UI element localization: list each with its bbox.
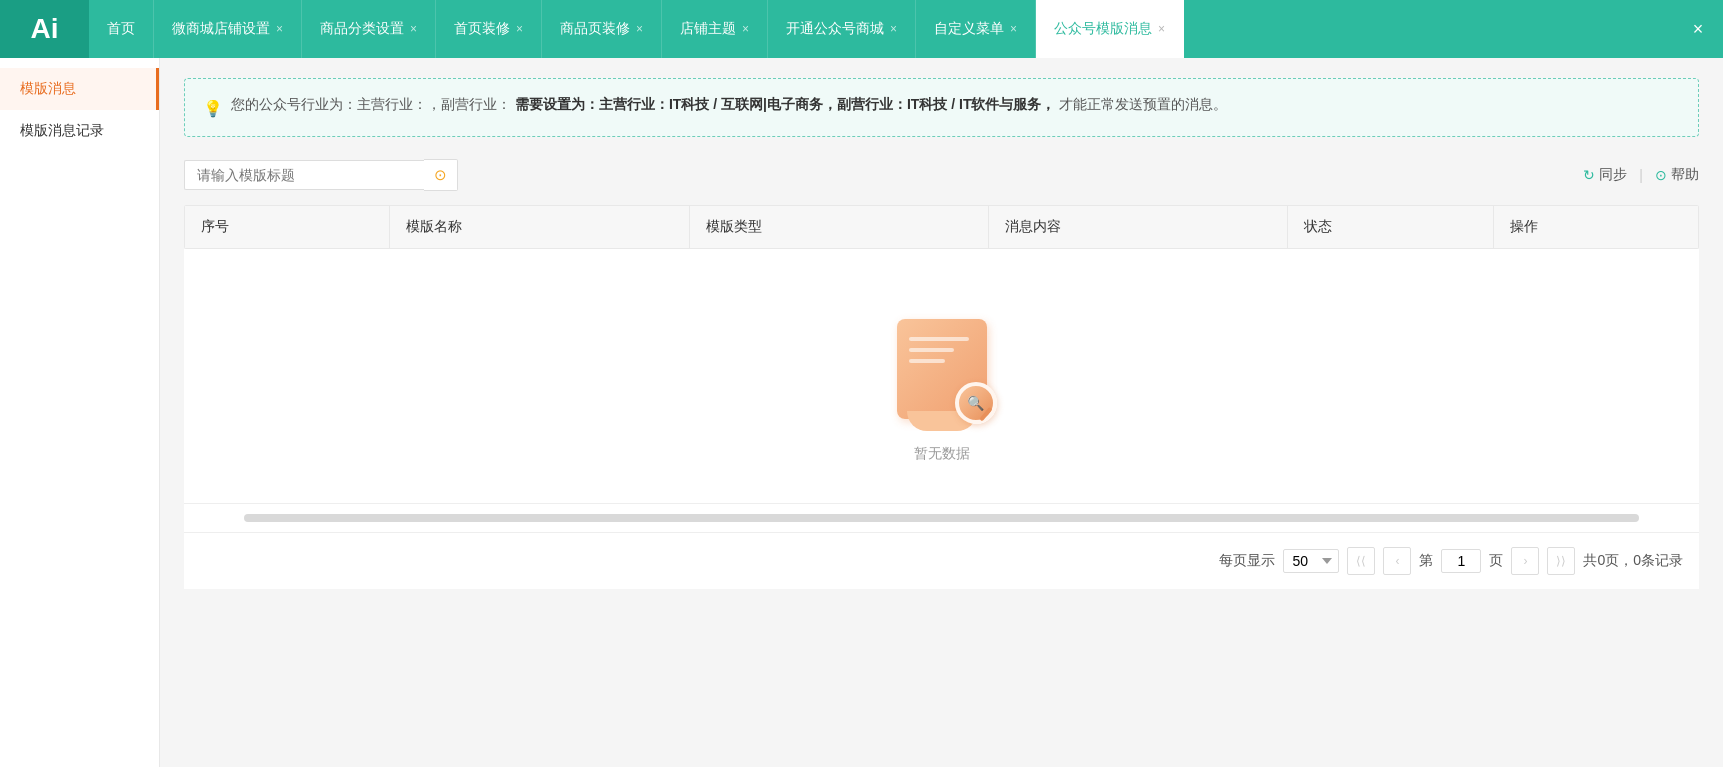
- divider: |: [1639, 167, 1643, 183]
- doc-line-3: [909, 359, 945, 363]
- doc-line-1: [909, 337, 969, 341]
- doc-lines: [909, 337, 969, 370]
- nav-tabs: 首页微商城店铺设置×商品分类设置×首页装修×商品页装修×店铺主题×开通公众号商城…: [89, 0, 1673, 58]
- scrollbar-track[interactable]: [244, 514, 1639, 522]
- pagination: 每页显示 50 20 100 ⟨⟨ ‹ 第 页 › ⟩⟩ 共0页，0条记录: [184, 532, 1699, 589]
- search-circle-shape: 🔍: [955, 382, 997, 424]
- first-page-button[interactable]: ⟨⟨: [1347, 547, 1375, 575]
- search-button[interactable]: ⊙: [424, 159, 458, 191]
- total-text: 共0页，0条记录: [1583, 552, 1683, 570]
- help-label: 帮助: [1671, 166, 1699, 184]
- nav-tab-home[interactable]: 首页: [89, 0, 154, 58]
- notice-highlight: 需要设置为：主营行业：IT科技 / 互联网|电子商务，副营行业：IT科技 / I…: [515, 96, 1056, 112]
- doc-line-2: [909, 348, 954, 352]
- search-right: ↻ 同步 | ⊙ 帮助: [1583, 166, 1699, 184]
- nav-tab-homepage[interactable]: 首页装修×: [436, 0, 542, 58]
- sync-button[interactable]: ↻ 同步: [1583, 166, 1627, 184]
- help-button[interactable]: ⊙ 帮助: [1655, 166, 1699, 184]
- page-label-before: 第: [1419, 552, 1433, 570]
- empty-state: 🔍 暂无数据: [184, 249, 1699, 503]
- notice-banner: 💡 您的公众号行业为：主营行业：，副营行业： 需要设置为：主营行业：IT科技 /…: [184, 78, 1699, 137]
- search-icon: ⊙: [434, 166, 447, 183]
- tab-close-product[interactable]: ×: [636, 22, 643, 36]
- page-size-select[interactable]: 50 20 100: [1283, 549, 1339, 573]
- tab-close-category[interactable]: ×: [410, 22, 417, 36]
- prev-page-button[interactable]: ‹: [1383, 547, 1411, 575]
- search-input[interactable]: [184, 160, 424, 190]
- sidebar-item-template-msg[interactable]: 模版消息: [0, 68, 159, 110]
- content-area: 💡 您的公众号行业为：主营行业：，副营行业： 需要设置为：主营行业：IT科技 /…: [160, 58, 1723, 767]
- global-close-button[interactable]: ×: [1673, 0, 1723, 58]
- table-header-row: 序号模版名称模版类型消息内容状态操作: [185, 206, 1699, 249]
- page-size-label: 每页显示: [1219, 552, 1275, 570]
- col-header-status: 状态: [1288, 206, 1493, 249]
- last-page-button[interactable]: ⟩⟩: [1547, 547, 1575, 575]
- nav-tab-openstore[interactable]: 开通公众号商城×: [768, 0, 916, 58]
- notice-icon: 💡: [203, 95, 223, 122]
- tab-close-homepage[interactable]: ×: [516, 22, 523, 36]
- logo: Ai: [0, 0, 89, 58]
- tab-close-template[interactable]: ×: [1158, 22, 1165, 36]
- sidebar-item-template-log[interactable]: 模版消息记录: [0, 110, 159, 152]
- table-header: 序号模版名称模版类型消息内容状态操作: [185, 206, 1699, 249]
- tab-close-openstore[interactable]: ×: [890, 22, 897, 36]
- sidebar: 模版消息模版消息记录: [0, 58, 160, 767]
- col-header-content: 消息内容: [989, 206, 1288, 249]
- help-icon: ⊙: [1655, 167, 1667, 183]
- main-layout: 模版消息模版消息记录 💡 您的公众号行业为：主营行业：，副营行业： 需要设置为：…: [0, 58, 1723, 767]
- empty-text: 暂无数据: [184, 445, 1699, 463]
- nav-tab-category[interactable]: 商品分类设置×: [302, 0, 436, 58]
- notice-text: 您的公众号行业为：主营行业：，副营行业： 需要设置为：主营行业：IT科技 / 互…: [231, 93, 1227, 117]
- col-header-name: 模版名称: [390, 206, 689, 249]
- sync-icon: ↻: [1583, 167, 1595, 183]
- empty-illustration: 🔍: [882, 309, 1002, 429]
- col-header-index: 序号: [185, 206, 390, 249]
- table-container: 序号模版名称模版类型消息内容状态操作 🔍: [184, 205, 1699, 589]
- tab-close-theme[interactable]: ×: [742, 22, 749, 36]
- data-table: 序号模版名称模版类型消息内容状态操作: [184, 205, 1699, 249]
- sync-label: 同步: [1599, 166, 1627, 184]
- top-nav: Ai 首页微商城店铺设置×商品分类设置×首页装修×商品页装修×店铺主题×开通公众…: [0, 0, 1723, 58]
- nav-tab-custommenu[interactable]: 自定义菜单×: [916, 0, 1036, 58]
- col-header-action: 操作: [1493, 206, 1698, 249]
- magnify-icon: 🔍: [967, 395, 984, 411]
- nav-tab-weshop[interactable]: 微商城店铺设置×: [154, 0, 302, 58]
- nav-tab-template[interactable]: 公众号模版消息×: [1036, 0, 1184, 58]
- scrollbar-row: [184, 503, 1699, 532]
- nav-tab-theme[interactable]: 店铺主题×: [662, 0, 768, 58]
- tab-close-weshop[interactable]: ×: [276, 22, 283, 36]
- tab-close-custommenu[interactable]: ×: [1010, 22, 1017, 36]
- nav-tab-product[interactable]: 商品页装修×: [542, 0, 662, 58]
- col-header-type: 模版类型: [689, 206, 988, 249]
- next-page-button[interactable]: ›: [1511, 547, 1539, 575]
- search-bar: ⊙ ↻ 同步 | ⊙ 帮助: [184, 159, 1699, 191]
- page-number-input[interactable]: [1441, 549, 1481, 573]
- search-left: ⊙: [184, 159, 458, 191]
- page-label-after: 页: [1489, 552, 1503, 570]
